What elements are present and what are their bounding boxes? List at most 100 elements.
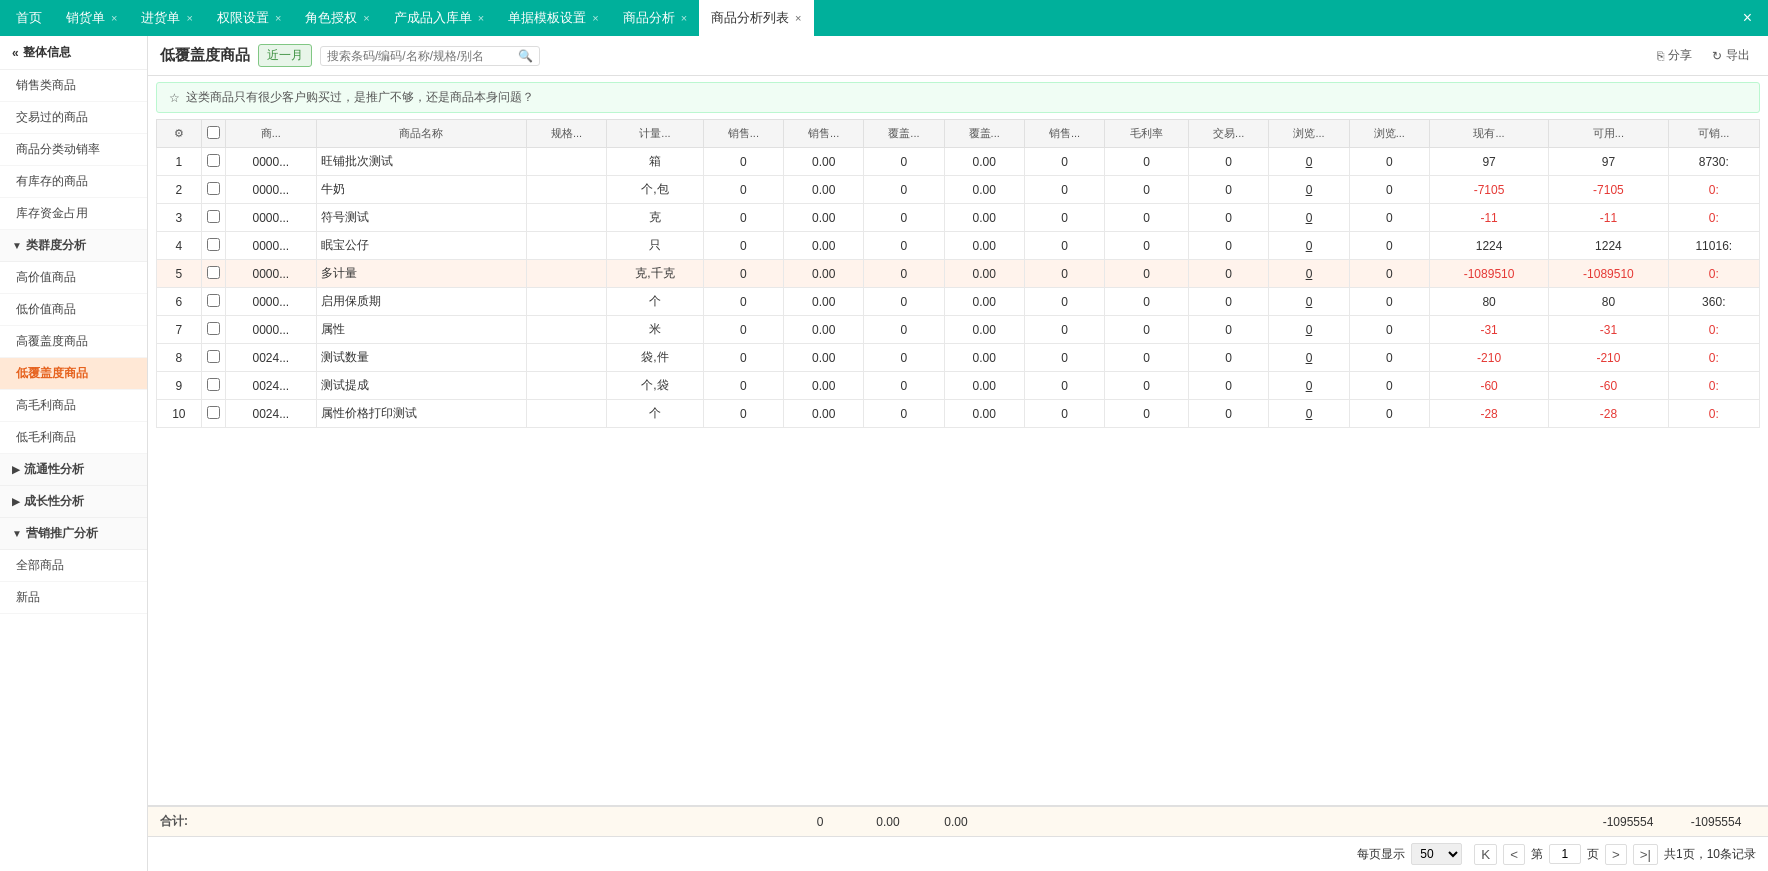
row-checkbox[interactable] bbox=[207, 378, 220, 391]
gross-margin-col-header[interactable]: 毛利率 bbox=[1105, 120, 1189, 148]
sidebar-item-inventory-capital[interactable]: 库存资金占用 bbox=[0, 198, 147, 230]
nav-tab-template[interactable]: 单据模板设置 × bbox=[496, 0, 610, 36]
views2-col-header[interactable]: 浏览... bbox=[1349, 120, 1429, 148]
sidebar-item-low-value[interactable]: 低价值商品 bbox=[0, 294, 147, 326]
close-icon[interactable]: × bbox=[275, 0, 281, 36]
nav-tab-product-analysis-list[interactable]: 商品分析列表 × bbox=[699, 0, 813, 36]
sidebar-item-low-coverage[interactable]: 低覆盖度商品 bbox=[0, 358, 147, 390]
nav-tab-roles[interactable]: 角色授权 × bbox=[293, 0, 381, 36]
sidebar-group-coverage[interactable]: ▼ 类群度分析 bbox=[0, 230, 147, 262]
nav-tab-permissions[interactable]: 权限设置 × bbox=[205, 0, 293, 36]
sidebar-item-traded-products[interactable]: 交易过的商品 bbox=[0, 102, 147, 134]
pagination: 每页显示 20 50 100 K < 第 页 > >| 共1页，10条记录 bbox=[148, 836, 1768, 871]
first-page-button[interactable]: K bbox=[1474, 844, 1497, 865]
share-button[interactable]: ⎘ 分享 bbox=[1651, 44, 1698, 67]
select-all-checkbox[interactable] bbox=[207, 126, 220, 139]
row-views1[interactable]: 0 bbox=[1269, 400, 1349, 428]
close-icon[interactable]: × bbox=[186, 0, 192, 36]
settings-col-header[interactable]: ⚙ bbox=[157, 120, 202, 148]
close-icon[interactable]: × bbox=[478, 0, 484, 36]
views1-col-header[interactable]: 浏览... bbox=[1269, 120, 1349, 148]
row-checkbox-cell[interactable] bbox=[201, 344, 225, 372]
row-checkbox-cell[interactable] bbox=[201, 204, 225, 232]
nav-tab-home[interactable]: 首页 bbox=[4, 0, 54, 36]
sidebar-group-flow[interactable]: ▶ 流通性分析 bbox=[0, 454, 147, 486]
row-num: 1 bbox=[157, 148, 202, 176]
row-checkbox-cell[interactable] bbox=[201, 232, 225, 260]
row-checkbox-cell[interactable] bbox=[201, 400, 225, 428]
row-views1[interactable]: 0 bbox=[1269, 204, 1349, 232]
row-checkbox[interactable] bbox=[207, 322, 220, 335]
sidebar-item-category-sales-rate[interactable]: 商品分类动销率 bbox=[0, 134, 147, 166]
row-checkbox-cell[interactable] bbox=[201, 288, 225, 316]
sidebar-item-high-value[interactable]: 高价值商品 bbox=[0, 262, 147, 294]
coverage2-col-header[interactable]: 覆盖... bbox=[944, 120, 1024, 148]
sellable-col-header[interactable]: 可销... bbox=[1668, 120, 1759, 148]
current-stock-col-header[interactable]: 现有... bbox=[1429, 120, 1548, 148]
close-icon[interactable]: × bbox=[681, 0, 687, 36]
search-input[interactable] bbox=[327, 49, 518, 63]
next-page-button[interactable]: > bbox=[1605, 844, 1627, 865]
sales-amt-col-header[interactable]: 销售... bbox=[784, 120, 864, 148]
last-page-button[interactable]: >| bbox=[1633, 844, 1658, 865]
page-size-select[interactable]: 20 50 100 bbox=[1411, 843, 1462, 865]
row-gross-margin: 0 bbox=[1105, 372, 1189, 400]
close-icon[interactable]: × bbox=[592, 0, 598, 36]
row-checkbox-cell[interactable] bbox=[201, 176, 225, 204]
row-checkbox-cell[interactable] bbox=[201, 316, 225, 344]
trade-col-header[interactable]: 交易... bbox=[1189, 120, 1269, 148]
row-checkbox[interactable] bbox=[207, 154, 220, 167]
window-close-button[interactable]: × bbox=[1731, 0, 1764, 36]
sidebar-overall-header[interactable]: « 整体信息 bbox=[0, 36, 147, 70]
code-col-header[interactable]: 商... bbox=[225, 120, 316, 148]
unit-col-header[interactable]: 计量... bbox=[607, 120, 704, 148]
spec-col-header[interactable]: 规格... bbox=[526, 120, 606, 148]
sidebar-item-high-margin[interactable]: 高毛利商品 bbox=[0, 390, 147, 422]
row-views1[interactable]: 0 bbox=[1269, 288, 1349, 316]
row-views1[interactable]: 0 bbox=[1269, 316, 1349, 344]
sidebar-item-stocked-products[interactable]: 有库存的商品 bbox=[0, 166, 147, 198]
row-views1[interactable]: 0 bbox=[1269, 260, 1349, 288]
row-checkbox-cell[interactable] bbox=[201, 260, 225, 288]
sidebar-group-growth[interactable]: ▶ 成长性分析 bbox=[0, 486, 147, 518]
row-checkbox[interactable] bbox=[207, 266, 220, 279]
row-checkbox-cell[interactable] bbox=[201, 372, 225, 400]
sidebar-item-all-products[interactable]: 全部商品 bbox=[0, 550, 147, 582]
close-icon[interactable]: × bbox=[111, 0, 117, 36]
checkbox-col-header[interactable] bbox=[201, 120, 225, 148]
sales-qty-col-header[interactable]: 销售... bbox=[703, 120, 783, 148]
available-stock-col-header[interactable]: 可用... bbox=[1549, 120, 1668, 148]
export-button[interactable]: ↻ 导出 bbox=[1706, 44, 1756, 67]
sidebar-item-sales-products[interactable]: 销售类商品 bbox=[0, 70, 147, 102]
nav-tab-product-analysis[interactable]: 商品分析 × bbox=[611, 0, 699, 36]
row-checkbox[interactable] bbox=[207, 350, 220, 363]
prev-page-button[interactable]: < bbox=[1503, 844, 1525, 865]
row-views1[interactable]: 0 bbox=[1269, 148, 1349, 176]
row-checkbox[interactable] bbox=[207, 238, 220, 251]
sales-rate-col-header[interactable]: 销售... bbox=[1024, 120, 1104, 148]
sidebar-item-low-margin[interactable]: 低毛利商品 bbox=[0, 422, 147, 454]
sidebar-item-new-products[interactable]: 新品 bbox=[0, 582, 147, 614]
time-filter-button[interactable]: 近一月 bbox=[258, 44, 312, 67]
coverage1-col-header[interactable]: 覆盖... bbox=[864, 120, 944, 148]
sidebar-item-high-coverage[interactable]: 高覆盖度商品 bbox=[0, 326, 147, 358]
row-views1[interactable]: 0 bbox=[1269, 232, 1349, 260]
row-checkbox-cell[interactable] bbox=[201, 148, 225, 176]
nav-tab-sales[interactable]: 销货单 × bbox=[54, 0, 129, 36]
row-coverage2: 0.00 bbox=[944, 288, 1024, 316]
row-checkbox[interactable] bbox=[207, 294, 220, 307]
nav-tab-production[interactable]: 产成品入库单 × bbox=[382, 0, 496, 36]
row-checkbox[interactable] bbox=[207, 406, 220, 419]
nav-tab-purchase[interactable]: 进货单 × bbox=[129, 0, 204, 36]
close-icon[interactable]: × bbox=[363, 0, 369, 36]
row-views1[interactable]: 0 bbox=[1269, 372, 1349, 400]
row-checkbox[interactable] bbox=[207, 182, 220, 195]
page-number-input[interactable] bbox=[1549, 844, 1581, 864]
search-icon[interactable]: 🔍 bbox=[518, 49, 533, 63]
sidebar-group-marketing[interactable]: ▼ 营销推广分析 bbox=[0, 518, 147, 550]
close-icon[interactable]: × bbox=[795, 0, 801, 36]
row-views1[interactable]: 0 bbox=[1269, 344, 1349, 372]
name-col-header[interactable]: 商品名称 bbox=[317, 120, 527, 148]
row-views1[interactable]: 0 bbox=[1269, 176, 1349, 204]
row-checkbox[interactable] bbox=[207, 210, 220, 223]
